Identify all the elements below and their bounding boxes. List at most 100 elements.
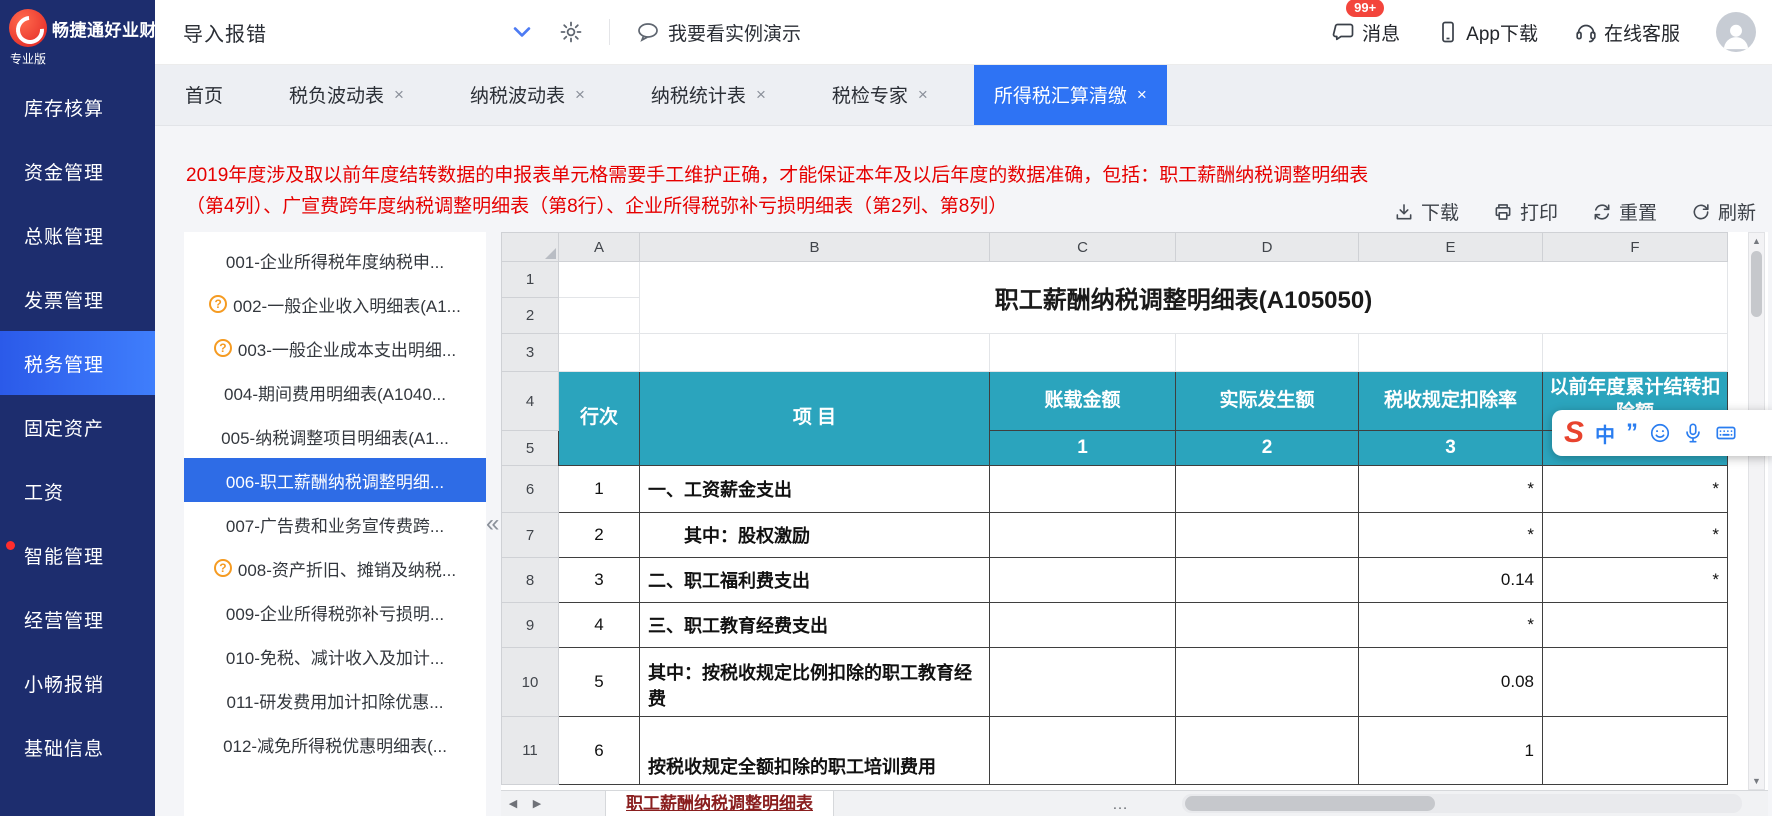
report-item[interactable]: 011-研发费用加计扣除优惠... xyxy=(184,678,486,722)
cell[interactable] xyxy=(1175,716,1359,785)
sidebar-item-general-ledger[interactable]: 总账管理 xyxy=(0,203,155,267)
sidebar-item-smart-management[interactable]: 智能管理 xyxy=(0,523,155,587)
report-item-selected[interactable]: 006-职工薪酬纳税调整明细... xyxy=(184,458,486,502)
cell[interactable] xyxy=(1175,602,1359,648)
cell[interactable] xyxy=(1175,512,1359,558)
cell-value[interactable]: * xyxy=(1542,557,1728,603)
cell-item[interactable]: 三、职工教育经费支出 xyxy=(639,602,990,648)
cell-item[interactable]: 其中：按税收规定比例扣除的职工教育经费 xyxy=(639,647,990,717)
row-header[interactable]: 7 xyxy=(501,512,559,558)
row-header[interactable]: 8 xyxy=(501,557,559,603)
table-header-actual-amount[interactable]: 实际发生额 xyxy=(1175,371,1359,431)
scroll-up-arrow[interactable]: ▲ xyxy=(1749,233,1764,249)
ime-emoji-icon[interactable] xyxy=(1649,422,1671,444)
cell-value[interactable]: * xyxy=(1542,512,1728,558)
row-header[interactable]: 9 xyxy=(501,602,559,648)
ime-keyboard-icon[interactable] xyxy=(1715,422,1737,444)
ime-punctuation-icon[interactable]: ” xyxy=(1626,420,1638,445)
cell-line-no[interactable]: 6 xyxy=(558,716,640,785)
sheet-tab[interactable]: 职工薪酬纳税调整明细表 xyxy=(605,791,834,816)
reset-button[interactable]: 重置 xyxy=(1592,198,1657,225)
sidebar-item-inventory[interactable]: 库存核算 xyxy=(0,75,155,139)
avatar[interactable] xyxy=(1716,12,1756,52)
sidebar-item-basic-info[interactable]: 基础信息 xyxy=(0,715,155,779)
cell[interactable] xyxy=(1175,557,1359,603)
cell-item[interactable]: 二、职工福利费支出 xyxy=(639,557,990,603)
cell-item[interactable]: 一、工资薪金支出 xyxy=(639,465,990,513)
cell[interactable] xyxy=(1175,333,1359,372)
tab-tax-statistics[interactable]: 纳税统计表 × xyxy=(631,64,786,125)
sidebar-item-invoice[interactable]: 发票管理 xyxy=(0,267,155,331)
sheet-title-cell[interactable]: 职工薪酬纳税调整明细表(A105050) xyxy=(639,261,1728,334)
close-icon[interactable]: × xyxy=(394,85,404,105)
cell[interactable] xyxy=(989,716,1176,785)
column-header-e[interactable]: E xyxy=(1358,232,1543,262)
sidebar-item-payroll[interactable]: 工资 xyxy=(0,459,155,523)
report-item[interactable]: 007-广告费和业务宣传费跨... xyxy=(184,502,486,546)
vertical-scroll-thumb[interactable] xyxy=(1751,251,1762,317)
horizontal-scroll-thumb[interactable] xyxy=(1185,796,1435,811)
cell-line-no[interactable]: 1 xyxy=(558,465,640,513)
row-header[interactable]: 3 xyxy=(501,333,559,372)
print-button[interactable]: 打印 xyxy=(1493,198,1558,225)
ime-language-toggle[interactable]: 中 xyxy=(1595,419,1615,448)
close-icon[interactable]: × xyxy=(918,85,928,105)
cell-line-no[interactable]: 5 xyxy=(558,647,640,717)
table-header-item[interactable]: 项 目 xyxy=(639,371,990,466)
cell[interactable] xyxy=(1175,465,1359,513)
row-header[interactable]: 5 xyxy=(501,430,559,466)
cell[interactable] xyxy=(989,647,1176,717)
cell-value[interactable] xyxy=(1542,602,1728,648)
tab-tax-payment-fluctuation[interactable]: 纳税波动表 × xyxy=(450,64,605,125)
table-header-deduction-rate[interactable]: 税收规定扣除率 xyxy=(1358,371,1543,431)
report-item[interactable]: ? 003-一般企业成本支出明细... xyxy=(184,326,486,370)
cell[interactable] xyxy=(989,465,1176,513)
row-header[interactable]: 2 xyxy=(501,297,559,334)
cell-value[interactable]: * xyxy=(1358,512,1543,558)
cell-line-no[interactable]: 4 xyxy=(558,602,640,648)
row-header[interactable]: 11 xyxy=(501,716,559,785)
sheet-nav-next[interactable]: ▶ xyxy=(525,797,549,810)
report-item[interactable]: ? 008-资产折旧、摊销及纳税... xyxy=(184,546,486,590)
cell-value[interactable]: * xyxy=(1358,465,1543,513)
tab-tax-inspection-expert[interactable]: 税检专家 × xyxy=(812,64,948,125)
row-header[interactable]: 1 xyxy=(501,261,559,298)
cell[interactable] xyxy=(639,333,990,372)
cell-value[interactable] xyxy=(1542,716,1728,785)
cell[interactable] xyxy=(1542,333,1728,372)
table-col-num-2[interactable]: 2 xyxy=(1175,430,1359,466)
cell[interactable] xyxy=(989,512,1176,558)
row-header[interactable]: 4 xyxy=(501,371,559,431)
chevron-down-icon[interactable] xyxy=(511,21,533,43)
horizontal-scrollbar[interactable] xyxy=(1182,794,1742,813)
download-button[interactable]: 下载 xyxy=(1394,198,1459,225)
cell-item[interactable]: 按税收规定全额扣除的职工培训费用 xyxy=(639,716,990,785)
sidebar-item-reimbursement[interactable]: 小畅报销 xyxy=(0,651,155,715)
vertical-scrollbar[interactable]: ▲ ▼ xyxy=(1748,232,1765,790)
tab-home[interactable]: 首页 xyxy=(165,64,243,125)
cell-value[interactable]: * xyxy=(1358,602,1543,648)
table-header-book-amount[interactable]: 账载金额 xyxy=(989,371,1176,431)
sheet-nav-prev[interactable]: ◀ xyxy=(501,797,525,810)
column-header-c[interactable]: C xyxy=(989,232,1176,262)
cell[interactable] xyxy=(558,297,640,334)
report-item[interactable]: 010-免税、减计收入及加计... xyxy=(184,634,486,678)
row-header[interactable]: 6 xyxy=(501,465,559,513)
messages-button[interactable]: 99+ 消息 xyxy=(1332,0,1400,46)
cell-value[interactable]: 1 xyxy=(1358,716,1543,785)
sidebar-item-tax[interactable]: 税务管理 xyxy=(0,331,155,395)
cell-line-no[interactable]: 3 xyxy=(558,557,640,603)
sheet-select-all-corner[interactable] xyxy=(501,232,559,262)
cell[interactable] xyxy=(989,557,1176,603)
cell[interactable] xyxy=(989,333,1176,372)
cell[interactable] xyxy=(1358,333,1543,372)
report-item[interactable]: 005-纳税调整项目明细表(A1... xyxy=(184,414,486,458)
report-item[interactable]: 001-企业所得税年度纳税申... xyxy=(184,238,486,282)
collapse-panel-handle[interactable]: « xyxy=(486,512,499,536)
scroll-down-arrow[interactable]: ▼ xyxy=(1749,773,1764,789)
cell[interactable] xyxy=(558,261,640,298)
column-header-b[interactable]: B xyxy=(639,232,990,262)
ime-logo-icon[interactable]: S xyxy=(1564,418,1584,448)
row-header[interactable]: 10 xyxy=(501,647,559,717)
report-item[interactable]: ? 002-一般企业收入明细表(A1... xyxy=(184,282,486,326)
